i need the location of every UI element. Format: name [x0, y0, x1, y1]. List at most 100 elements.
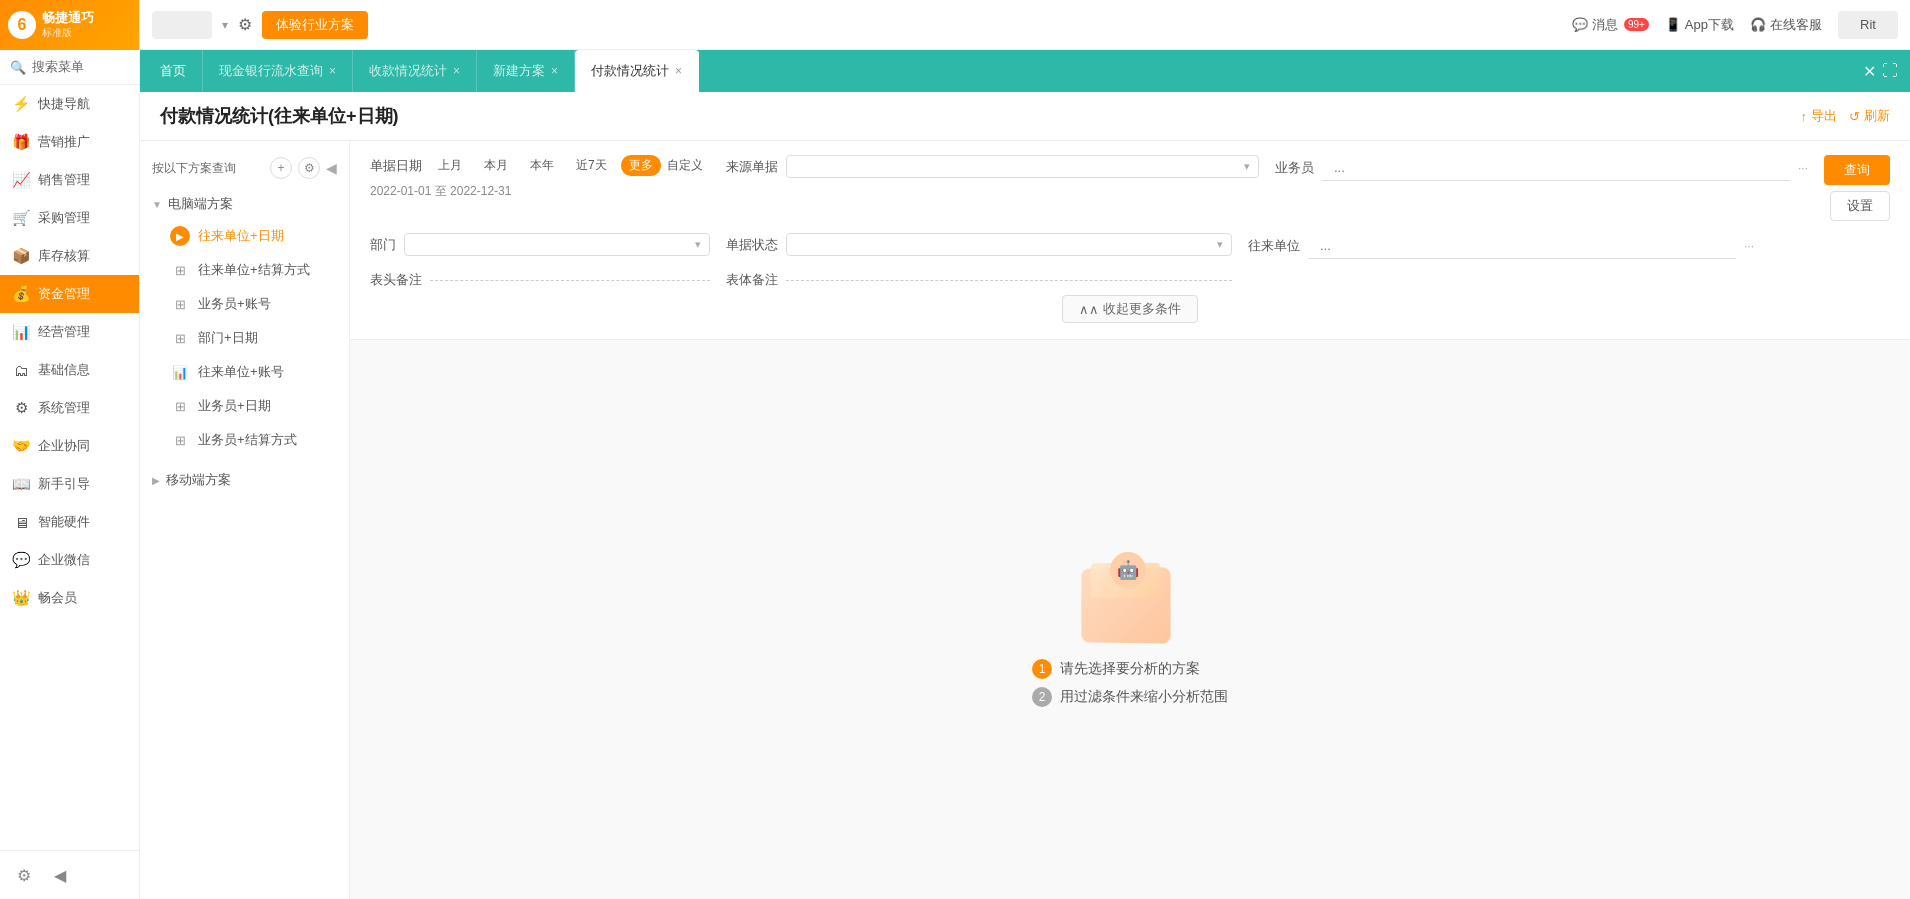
scheme-item-label-4: 往来单位+账号: [198, 363, 284, 381]
sidebar-item-quick-nav[interactable]: ⚡快捷导航: [0, 85, 139, 123]
filter-table-head-note-item: 表头备注: [370, 271, 710, 289]
sidebar-collapse-btn[interactable]: ◀: [46, 861, 74, 889]
scheme-item-icon-1: ⊞: [170, 260, 190, 280]
nav-label-member: 畅会员: [38, 589, 77, 607]
filter-partner-expand[interactable]: ···: [1744, 239, 1754, 253]
filter-source-label: 来源单据: [726, 158, 778, 176]
sidebar-item-capital[interactable]: 💰资金管理: [0, 275, 139, 313]
sidebar-item-operation[interactable]: 📊经营管理: [0, 313, 139, 351]
filter-dept-select[interactable]: ▾: [404, 233, 710, 256]
scheme-mobile-arrow: ▶: [152, 475, 160, 486]
tab-payment-stats[interactable]: 付款情况统计 ×: [575, 50, 699, 92]
filter-date-more-btn[interactable]: 更多: [621, 155, 661, 176]
filter-salesperson-expand[interactable]: ···: [1798, 161, 1808, 175]
tab-receipt-stats[interactable]: 收款情况统计 ×: [353, 50, 477, 92]
scheme-item-4[interactable]: 📊 往来单位+账号: [140, 355, 349, 389]
filter-partner-input[interactable]: [1314, 235, 1730, 256]
scheme-item-1[interactable]: ⊞ 往来单位+结算方式: [140, 253, 349, 287]
nav-label-capital: 资金管理: [38, 285, 90, 303]
scheme-item-6[interactable]: ⊞ 业务员+结算方式: [140, 423, 349, 457]
sidebar-item-guide[interactable]: 📖 新手引导: [0, 465, 139, 503]
filter-dept-arrow: ▾: [695, 238, 701, 251]
scheme-item-3[interactable]: ⊞ 部门+日期: [140, 321, 349, 355]
empty-step-1: 1 请先选择要分析的方案: [1032, 659, 1228, 679]
filter-voucher-status-item: 单据状态 ▾: [726, 233, 1232, 256]
export-btn[interactable]: ↑ 导出: [1801, 107, 1838, 125]
tab-bank-flow[interactable]: 现金银行流水查询 ×: [203, 50, 353, 92]
right-panel: 单据日期 上月 本月 本年 近7天 更多 自定义 2022: [350, 141, 1910, 899]
filter-date-custom-btn[interactable]: 自定义: [667, 157, 703, 174]
filter-voucher-status-select[interactable]: ▾: [786, 233, 1232, 256]
filter-collapse-btn[interactable]: ∧∧ 收起更多条件: [1062, 295, 1198, 323]
empty-step-1-num: 1: [1032, 659, 1052, 679]
refresh-icon: ↺: [1849, 109, 1860, 124]
user-avatar[interactable]: Rit: [1838, 11, 1898, 39]
scheme-mobile-group-header[interactable]: ▶ 移动端方案: [140, 465, 349, 495]
sidebar-item-basic-info[interactable]: 🗂基础信息: [0, 351, 139, 389]
refresh-btn[interactable]: ↺ 刷新: [1849, 107, 1890, 125]
sidebar-item-inventory[interactable]: 📦库存核算: [0, 237, 139, 275]
nav-label-hardware: 智能硬件: [38, 513, 90, 531]
app-download-btn[interactable]: 📱 App下载: [1665, 16, 1734, 34]
filter-partner-item: 往来单位 ···: [1248, 233, 1754, 259]
nav-label-guide: 新手引导: [38, 475, 90, 493]
sidebar-search[interactable]: 🔍 搜索菜单: [0, 50, 139, 85]
filter-voucher-status-label: 单据状态: [726, 236, 778, 254]
service-btn[interactable]: 🎧 在线客服: [1750, 16, 1822, 34]
scheme-item-icon-5: ⊞: [170, 396, 190, 416]
sidebar-settings-btn[interactable]: ⚙: [10, 861, 38, 889]
filter-dept-label: 部门: [370, 236, 396, 254]
sidebar-item-system[interactable]: ⚙系统管理: [0, 389, 139, 427]
filter-collapse: ∧∧ 收起更多条件: [370, 289, 1890, 329]
tab-bank-flow-close[interactable]: ×: [329, 64, 336, 78]
filter-date-7days[interactable]: 近7天: [568, 155, 615, 176]
nav-label-sales: 销售管理: [38, 171, 90, 189]
scheme-add-btn[interactable]: +: [270, 157, 292, 179]
tab-receipt-stats-label: 收款情况统计: [369, 62, 447, 80]
scheme-mobile-group: ▶ 移动端方案: [140, 465, 349, 495]
filter-source-select[interactable]: ▾: [786, 155, 1259, 178]
tab-new-scheme-close[interactable]: ×: [551, 64, 558, 78]
main-content: ▾ ⚙ 体验行业方案 💬 消息 99+ 📱 App下载 🎧 在线客服 Rit: [140, 0, 1910, 899]
message-btn[interactable]: 💬 消息 99+: [1572, 16, 1649, 34]
topbar-dropdown-arrow[interactable]: ▾: [222, 18, 228, 32]
scheme-settings-btn[interactable]: ⚙: [298, 157, 320, 179]
scheme-item-0[interactable]: ▶ 往来单位+日期: [140, 219, 349, 253]
nav-label-basic-info: 基础信息: [38, 361, 90, 379]
scheme-pc-group-header[interactable]: ▼ 电脑端方案: [140, 189, 349, 219]
filter-date-group: 上月 本月 本年 近7天 更多 自定义: [430, 155, 703, 176]
tab-payment-stats-close[interactable]: ×: [675, 64, 682, 78]
tabbar-close-btn[interactable]: ✕: [1863, 62, 1876, 81]
filter-date-this-month[interactable]: 本月: [476, 155, 516, 176]
nav-label-operation: 经营管理: [38, 323, 90, 341]
topbar-settings-icon[interactable]: ⚙: [238, 15, 252, 34]
sidebar-item-weixin[interactable]: 💬企业微信: [0, 541, 139, 579]
scheme-item-2[interactable]: ⊞ 业务员+账号: [140, 287, 349, 321]
filter-date-this-year[interactable]: 本年: [522, 155, 562, 176]
scheme-panel-collapse-btn[interactable]: ◀: [326, 160, 337, 176]
filter-date-last-month[interactable]: 上月: [430, 155, 470, 176]
nav-icon-enterprise: 🤝: [12, 437, 30, 455]
topbar-avatar-placeholder: [152, 11, 212, 39]
filter-settings-btn[interactable]: 设置: [1830, 191, 1890, 221]
scheme-item-5[interactable]: ⊞ 业务员+日期: [140, 389, 349, 423]
nav-icon-sales: 📈: [12, 171, 30, 189]
sidebar-item-enterprise[interactable]: 🤝企业协同: [0, 427, 139, 465]
filter-area: 单据日期 上月 本月 本年 近7天 更多 自定义 2022: [350, 141, 1910, 340]
content-area: 按以下方案查询 + ⚙ ◀ ▼ 电脑端方案 ▶ 往来单位+日期: [140, 141, 1910, 899]
trial-btn[interactable]: 体验行业方案: [262, 11, 368, 39]
nav-icon-guide: 📖: [12, 475, 30, 493]
nav-icon-member: 👑: [12, 589, 30, 607]
sidebar-item-hardware[interactable]: 🖥智能硬件: [0, 503, 139, 541]
filter-query-btn[interactable]: 查询: [1824, 155, 1890, 185]
results-area: 🤖 1 请先选择要分析的方案 2 用过滤条件来缩小分析范围: [350, 340, 1910, 899]
sidebar-item-marketing[interactable]: 🎁营销推广: [0, 123, 139, 161]
sidebar-item-sales[interactable]: 📈 销售管理: [0, 161, 139, 199]
sidebar-item-member[interactable]: 👑 畅会员: [0, 579, 139, 617]
sidebar-item-purchase[interactable]: 🛒采购管理: [0, 199, 139, 237]
filter-salesperson-input[interactable]: [1328, 157, 1784, 178]
tabbar-expand-btn[interactable]: ⛶: [1882, 62, 1898, 80]
tab-receipt-stats-close[interactable]: ×: [453, 64, 460, 78]
tab-home[interactable]: 首页: [144, 50, 203, 92]
tab-new-scheme[interactable]: 新建方案 ×: [477, 50, 575, 92]
